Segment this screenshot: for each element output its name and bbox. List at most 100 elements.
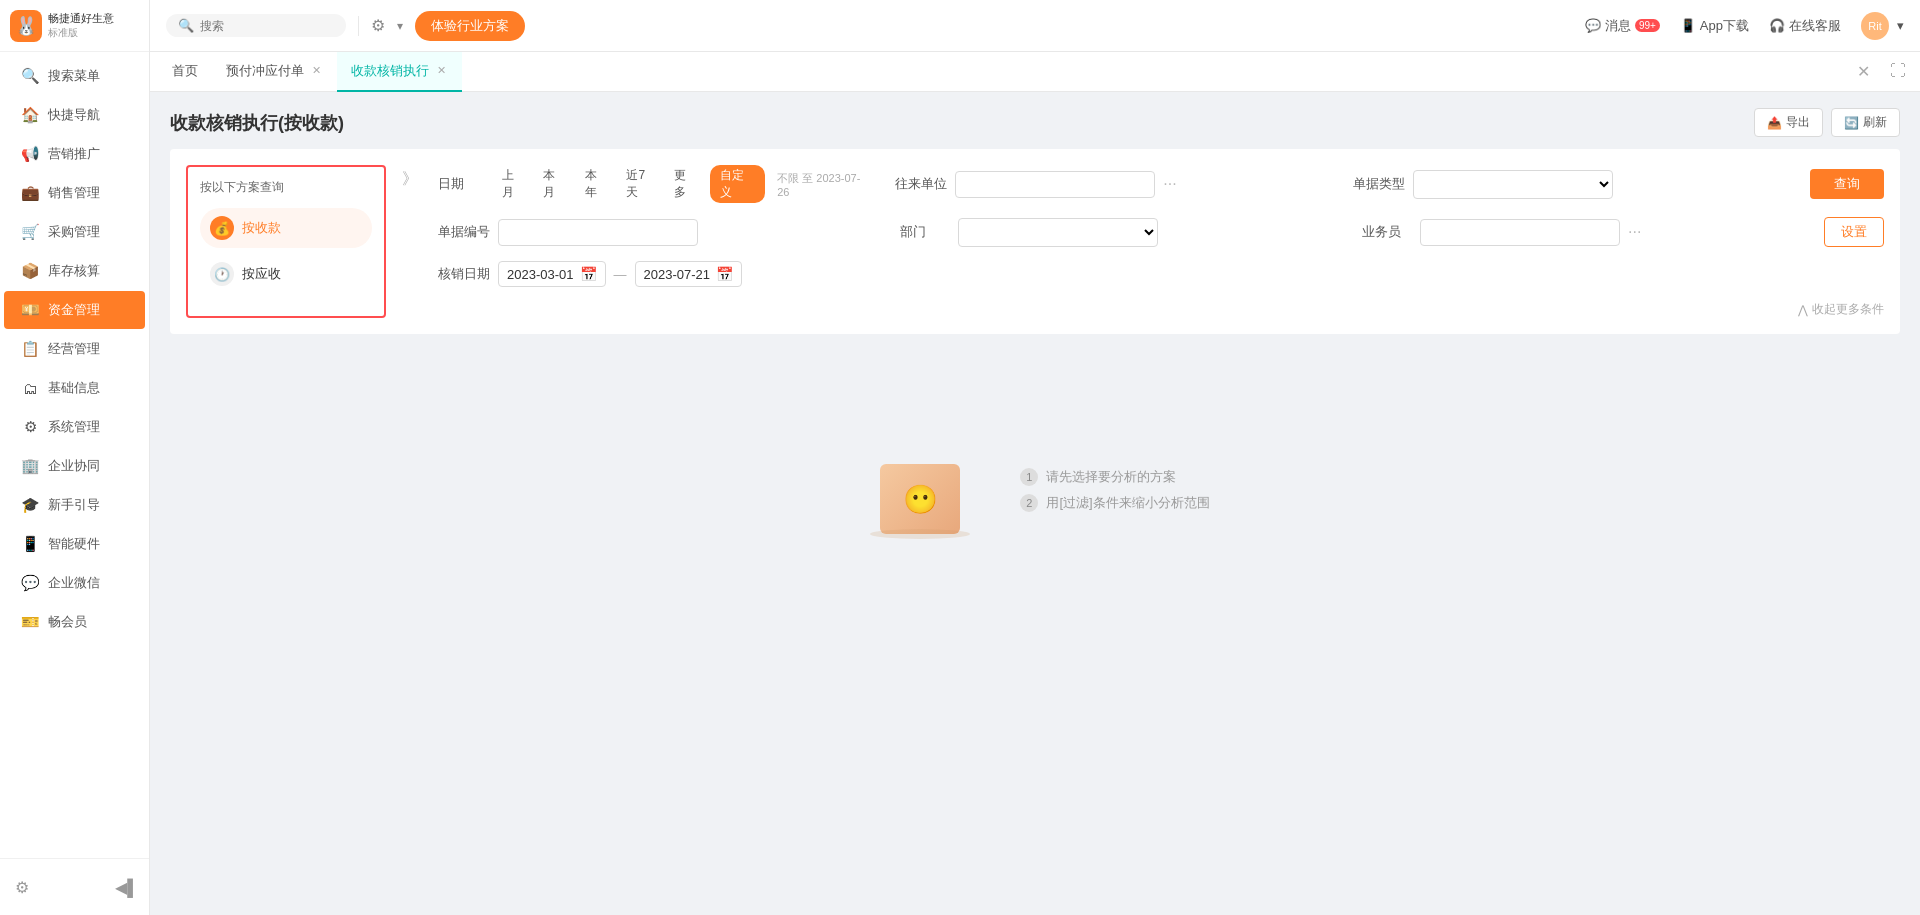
by-receivable-label: 按应收 (242, 265, 281, 283)
salesperson-input[interactable] (1420, 219, 1620, 246)
sidebar-item-system[interactable]: ⚙ 系统管理 (4, 408, 145, 446)
date-range-separator: — (614, 267, 627, 282)
page-actions: 📤 导出 🔄 刷新 (1754, 108, 1900, 137)
app-version: 标准版 (48, 26, 114, 40)
hint-text-2: 用[过滤]条件来缩小分析范围 (1046, 494, 1209, 512)
department-select[interactable] (958, 218, 1158, 247)
collapse-sidebar-btn[interactable]: ◀▌ (109, 869, 145, 905)
sidebar-item-wechat[interactable]: 💬 企业微信 (4, 564, 145, 602)
date-tab-this-year[interactable]: 本年 (579, 165, 614, 203)
date-tab-custom[interactable]: 自定义 (710, 165, 765, 203)
counterparty-field: 往来单位 ··· (895, 171, 1328, 198)
verify-date-range: 2023-03-01 📅 — 2023-07-21 📅 (498, 261, 742, 287)
sidebar-item-enterprise[interactable]: 🏢 企业协同 (4, 447, 145, 485)
sidebar-item-sales[interactable]: 💼 销售管理 (4, 174, 145, 212)
settings-bottom-btn[interactable]: ⚙ (4, 869, 40, 905)
doc-number-input[interactable] (498, 219, 698, 246)
department-label: 部门 (900, 223, 950, 241)
message-item[interactable]: 💬 消息 99+ (1585, 17, 1660, 35)
counterparty-more-btn[interactable]: ··· (1163, 175, 1176, 193)
user-avatar: Rit (1861, 12, 1889, 40)
refresh-button[interactable]: 🔄 刷新 (1831, 108, 1900, 137)
main-area: 🔍 ⚙ ▾ 体验行业方案 💬 消息 99+ 📱 App下载 🎧 在线客服 Rit (150, 0, 1920, 915)
topbar-search-box[interactable]: 🔍 (166, 14, 346, 37)
tab-fullscreen-btn[interactable]: ⛶ (1884, 60, 1912, 83)
purchase-icon: 🛒 (20, 223, 40, 241)
filter-option-by-receivable[interactable]: 🕐 按应收 (200, 254, 372, 294)
settings-button[interactable]: 设置 (1824, 217, 1884, 247)
message-label: 消息 (1605, 17, 1631, 35)
message-icon: 💬 (1585, 18, 1601, 33)
guide-icon: 🎓 (20, 496, 40, 514)
topbar-divider (358, 16, 359, 36)
inventory-icon: 📦 (20, 262, 40, 280)
topbar-search-input[interactable] (200, 19, 320, 33)
finance-icon: 💴 (20, 301, 40, 319)
tab-home[interactable]: 首页 (158, 52, 212, 92)
filter-scheme-panel: 按以下方案查询 💰 按收款 🕐 按应收 (186, 165, 386, 318)
hardware-icon: 📱 (20, 535, 40, 553)
user-profile-item[interactable]: Rit ▾ (1861, 12, 1904, 40)
sidebar-item-purchase[interactable]: 🛒 采购管理 (4, 213, 145, 251)
filter-collapse-button[interactable]: 》 (402, 165, 422, 318)
sidebar-item-inventory[interactable]: 📦 库存核算 (4, 252, 145, 290)
sidebar-item-search[interactable]: 🔍 搜索菜单 (4, 57, 145, 95)
tab-receipt-verify-label: 收款核销执行 (351, 62, 429, 80)
industry-solution-button[interactable]: 体验行业方案 (415, 11, 525, 41)
topbar-dropdown-icon[interactable]: ▾ (397, 19, 403, 33)
sidebar-item-management[interactable]: 📋 经营管理 (4, 330, 145, 368)
sidebar-item-label: 经营管理 (48, 340, 100, 358)
message-badge: 99+ (1635, 19, 1660, 32)
basic-info-icon: 🗂 (20, 380, 40, 397)
doc-number-label: 单据编号 (438, 223, 490, 241)
filter-option-by-receipt[interactable]: 💰 按收款 (200, 208, 372, 248)
filter-row-1: 日期 上月 本月 本年 近7天 更多 自定义 不限 至 2023-07-26 (438, 165, 1884, 203)
tab-receipt-verify-close[interactable]: ✕ (435, 62, 448, 79)
filter-panel: 按以下方案查询 💰 按收款 🕐 按应收 》 日期 (170, 149, 1900, 334)
by-receipt-icon: 💰 (210, 216, 234, 240)
verify-date-end-input[interactable]: 2023-07-21 📅 (635, 261, 743, 287)
calendar-end-icon: 📅 (716, 266, 733, 282)
doc-type-label: 单据类型 (1353, 175, 1405, 193)
doc-number-field: 单据编号 (438, 219, 876, 246)
app-download-item[interactable]: 📱 App下载 (1680, 17, 1749, 35)
online-service-item[interactable]: 🎧 在线客服 (1769, 17, 1841, 35)
collapse-label: 收起更多条件 (1812, 301, 1884, 318)
query-btn-wrap: 查询 (1810, 169, 1884, 199)
tab-close-all-btn[interactable]: ✕ (1851, 60, 1876, 83)
salesperson-more-btn[interactable]: ··· (1628, 223, 1641, 241)
sidebar-item-label: 畅会员 (48, 613, 87, 631)
date-tabs: 上月 本月 本年 近7天 更多 自定义 (496, 165, 765, 203)
export-button[interactable]: 📤 导出 (1754, 108, 1823, 137)
collapse-more-button[interactable]: ⋀ 收起更多条件 (1798, 301, 1884, 318)
date-tab-more[interactable]: 更多 (668, 165, 703, 203)
settings-btn-wrap: 设置 (1824, 217, 1884, 247)
sidebar-item-hardware[interactable]: 📱 智能硬件 (4, 525, 145, 563)
doc-type-select[interactable] (1413, 170, 1613, 199)
date-tab-last-month[interactable]: 上月 (496, 165, 531, 203)
sidebar-item-marketing[interactable]: 📢 营销推广 (4, 135, 145, 173)
tab-receipt-verify[interactable]: 收款核销执行 ✕ (337, 52, 462, 92)
sidebar-item-guide[interactable]: 🎓 新手引导 (4, 486, 145, 524)
sidebar-item-finance[interactable]: 💴 资金管理 (4, 291, 145, 329)
empty-state-inner: 😶 1 请先选择要分析的方案 2 用[过滤]条件来缩小分析范围 (860, 434, 1209, 554)
by-receivable-icon: 🕐 (210, 262, 234, 286)
topbar-right: 💬 消息 99+ 📱 App下载 🎧 在线客服 Rit ▾ (1585, 12, 1904, 40)
tab-prepay[interactable]: 预付冲应付单 ✕ (212, 52, 337, 92)
sidebar-item-label: 基础信息 (48, 379, 100, 397)
counterparty-input[interactable] (955, 171, 1155, 198)
query-button[interactable]: 查询 (1810, 169, 1884, 199)
tabbar: 首页 预付冲应付单 ✕ 收款核销执行 ✕ ✕ ⛶ (150, 52, 1920, 92)
app-download-label: App下载 (1700, 17, 1749, 35)
sales-icon: 💼 (20, 184, 40, 202)
tab-prepay-close[interactable]: ✕ (310, 62, 323, 79)
sidebar-item-basic-info[interactable]: 🗂 基础信息 (4, 369, 145, 407)
filter-fields: 日期 上月 本月 本年 近7天 更多 自定义 不限 至 2023-07-26 (438, 165, 1884, 318)
verify-date-start-input[interactable]: 2023-03-01 📅 (498, 261, 606, 287)
date-tab-7days[interactable]: 近7天 (620, 165, 662, 203)
sidebar-item-label: 新手引导 (48, 496, 100, 514)
date-tab-this-month[interactable]: 本月 (537, 165, 572, 203)
sidebar-item-shortcuts[interactable]: 🏠 快捷导航 (4, 96, 145, 134)
topbar-settings-icon[interactable]: ⚙ (371, 16, 385, 35)
sidebar-item-vip[interactable]: 🎫 畅会员 (4, 603, 145, 641)
